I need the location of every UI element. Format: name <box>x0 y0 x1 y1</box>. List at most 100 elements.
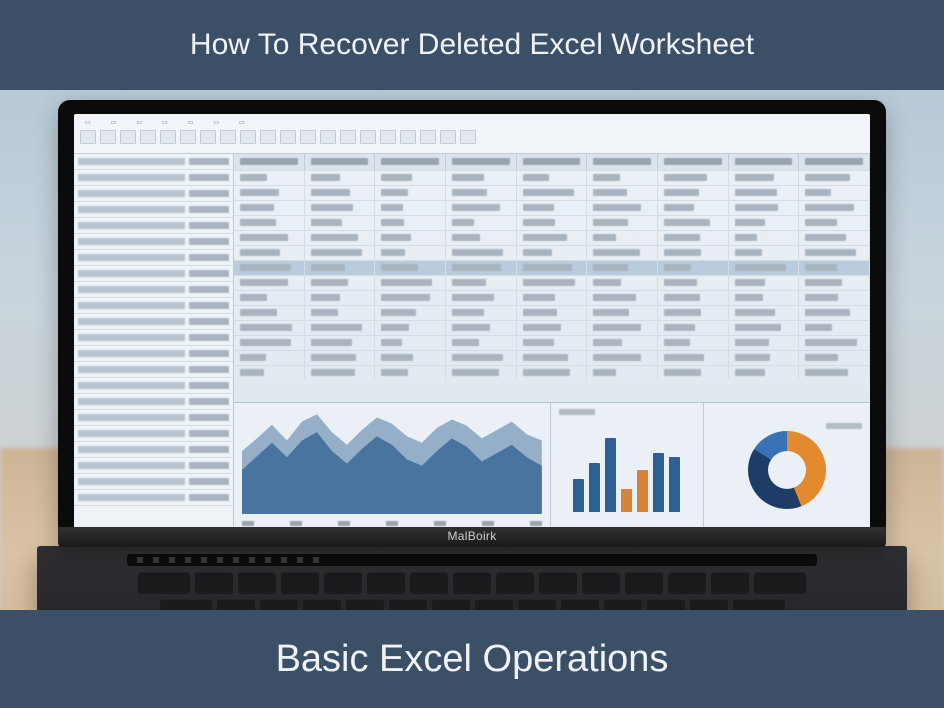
key <box>754 572 806 594</box>
panel-row[interactable] <box>74 266 233 282</box>
key <box>138 572 190 594</box>
column-header[interactable] <box>799 154 870 170</box>
table-row[interactable] <box>234 200 870 215</box>
column-header[interactable] <box>305 154 376 170</box>
column-header[interactable] <box>234 154 305 170</box>
panel-row[interactable] <box>74 298 233 314</box>
panel-row[interactable] <box>74 330 233 346</box>
panel-row[interactable] <box>74 282 233 298</box>
panel-row[interactable] <box>74 442 233 458</box>
ribbon-icon[interactable] <box>380 130 396 144</box>
bar <box>621 489 632 512</box>
ribbon-icon[interactable] <box>200 130 216 144</box>
ribbon-icon[interactable] <box>280 130 296 144</box>
table-row[interactable] <box>234 365 870 380</box>
ribbon-icon[interactable] <box>240 130 256 144</box>
table-row[interactable] <box>234 320 870 335</box>
title-banner-bottom: Basic Excel Operations <box>0 610 944 708</box>
column-header[interactable] <box>375 154 446 170</box>
ribbon-icon[interactable] <box>360 130 376 144</box>
panel-row[interactable] <box>74 154 233 170</box>
panel-row[interactable] <box>74 314 233 330</box>
panel-row[interactable] <box>74 234 233 250</box>
column-header[interactable] <box>517 154 588 170</box>
laptop-brand: MalBoirk <box>58 527 886 547</box>
panel-row[interactable] <box>74 394 233 410</box>
ribbon-icon[interactable] <box>120 130 136 144</box>
bar <box>653 453 664 512</box>
main-panel <box>234 154 870 528</box>
column-header[interactable] <box>729 154 800 170</box>
axis-tick <box>530 521 542 526</box>
menu-item[interactable]: ▭ <box>183 117 199 128</box>
column-header[interactable] <box>587 154 658 170</box>
subtitle-text: Basic Excel Operations <box>276 638 669 681</box>
ribbon-icon[interactable] <box>140 130 156 144</box>
table-row[interactable] <box>234 215 870 230</box>
bar <box>605 438 616 512</box>
key <box>367 572 405 594</box>
key <box>453 572 491 594</box>
panel-row[interactable] <box>74 378 233 394</box>
menu-item[interactable]: ▭ <box>80 117 96 128</box>
table-row[interactable] <box>234 170 870 185</box>
ribbon-icon[interactable] <box>420 130 436 144</box>
table-row[interactable] <box>234 245 870 260</box>
table-row[interactable] <box>234 230 870 245</box>
bar <box>589 463 600 512</box>
menu-item[interactable]: ▭ <box>131 117 147 128</box>
column-header[interactable] <box>446 154 517 170</box>
table-row[interactable] <box>234 275 870 290</box>
table-row[interactable] <box>234 305 870 320</box>
ribbon-icon[interactable] <box>400 130 416 144</box>
panel-row[interactable] <box>74 458 233 474</box>
panel-row[interactable] <box>74 490 233 506</box>
touchbar <box>127 554 817 566</box>
bar <box>573 479 584 512</box>
left-panel <box>74 154 234 528</box>
panel-row[interactable] <box>74 186 233 202</box>
ribbon-icon[interactable] <box>460 130 476 144</box>
key <box>539 572 577 594</box>
chart-row <box>234 402 870 528</box>
table-row[interactable] <box>234 335 870 350</box>
panel-row[interactable] <box>74 474 233 490</box>
table-row[interactable] <box>234 185 870 200</box>
menu-item[interactable]: ▭ <box>234 117 250 128</box>
ribbon-icon[interactable] <box>160 130 176 144</box>
ribbon-icon[interactable] <box>300 130 316 144</box>
chart-title <box>826 423 862 429</box>
ribbon-icon[interactable] <box>220 130 236 144</box>
ribbon-icon[interactable] <box>260 130 276 144</box>
menu-item[interactable]: ▭ <box>106 117 122 128</box>
panel-row[interactable] <box>74 218 233 234</box>
panel-row[interactable] <box>74 202 233 218</box>
table-row[interactable] <box>234 350 870 365</box>
panel-row[interactable] <box>74 426 233 442</box>
ribbon-icon[interactable] <box>100 130 116 144</box>
bar-chart <box>551 403 704 528</box>
ribbon-icon[interactable] <box>320 130 336 144</box>
panel-row[interactable] <box>74 346 233 362</box>
menu-item[interactable]: ▭ <box>157 117 173 128</box>
ribbon-icon[interactable] <box>340 130 356 144</box>
axis-tick <box>242 521 254 526</box>
panel-row[interactable] <box>74 170 233 186</box>
panel-row[interactable] <box>74 250 233 266</box>
chart-title <box>559 409 595 415</box>
spreadsheet-grid[interactable] <box>234 154 870 402</box>
key <box>410 572 448 594</box>
bar-wrap <box>559 417 695 514</box>
content-area <box>74 154 870 528</box>
panel-row[interactable] <box>74 410 233 426</box>
table-row[interactable] <box>234 290 870 305</box>
menu-item[interactable]: ▭ <box>208 117 224 128</box>
ribbon-icon[interactable] <box>440 130 456 144</box>
ribbon-icon[interactable] <box>80 130 96 144</box>
grid-body <box>234 170 870 402</box>
table-row[interactable] <box>234 260 870 275</box>
ribbon-icon[interactable] <box>180 130 196 144</box>
key <box>496 572 534 594</box>
column-header[interactable] <box>658 154 729 170</box>
panel-row[interactable] <box>74 362 233 378</box>
